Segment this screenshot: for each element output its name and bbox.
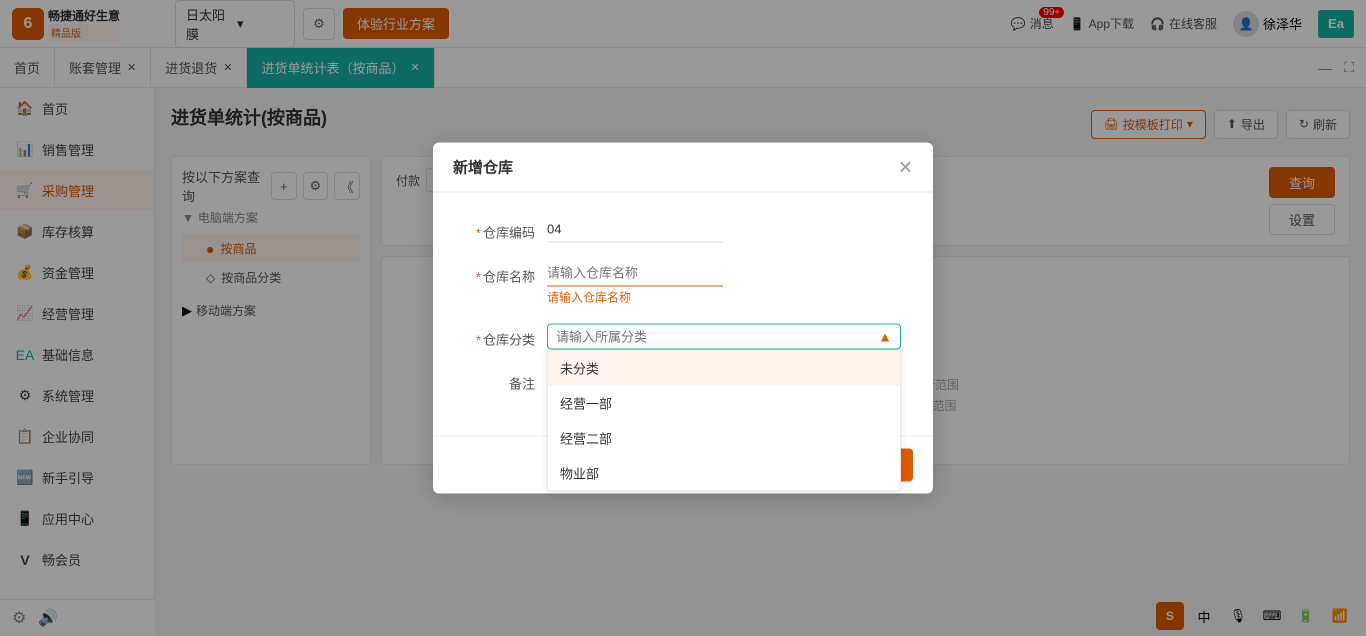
code-input-wrap	[547, 217, 901, 243]
category-arrow-icon[interactable]: ▲	[878, 329, 892, 345]
dropdown-item-ops1[interactable]: 经营一部	[548, 386, 900, 421]
code-label: *仓库编码	[465, 217, 535, 242]
name-label: *仓库名称	[465, 261, 535, 286]
code-input[interactable]	[547, 217, 723, 243]
category-input-row[interactable]: ▲	[547, 324, 901, 350]
category-input[interactable]	[556, 329, 878, 344]
category-dropdown-wrap: ▲ 未分类 经营一部 经营二部 物业部	[547, 324, 901, 350]
dropdown-item-uncategorized[interactable]: 未分类	[548, 351, 900, 386]
new-warehouse-modal: 新增仓库 ✕ *仓库编码 *仓库名称 请输入仓库名称 *仓库分类	[433, 143, 933, 494]
modal-header: 新增仓库 ✕	[433, 143, 933, 193]
category-dropdown-list: 未分类 经营一部 经营二部 物业部	[547, 350, 901, 492]
name-input[interactable]	[547, 261, 723, 287]
dropdown-item-ops2[interactable]: 经营二部	[548, 421, 900, 456]
modal-close-button[interactable]: ✕	[898, 158, 913, 176]
name-row: *仓库名称 请输入仓库名称	[465, 261, 901, 306]
name-input-wrap: 请输入仓库名称	[547, 261, 901, 306]
category-label: *仓库分类	[465, 324, 535, 349]
category-row: *仓库分类 ▲ 未分类 经营一部 经营二部 物业部	[465, 324, 901, 350]
modal-title: 新增仓库	[453, 157, 513, 178]
name-error-message: 请输入仓库名称	[547, 289, 901, 306]
dropdown-item-property[interactable]: 物业部	[548, 456, 900, 491]
code-row: *仓库编码	[465, 217, 901, 243]
note-label: 备注	[465, 368, 535, 393]
modal-body: *仓库编码 *仓库名称 请输入仓库名称 *仓库分类	[433, 193, 933, 436]
